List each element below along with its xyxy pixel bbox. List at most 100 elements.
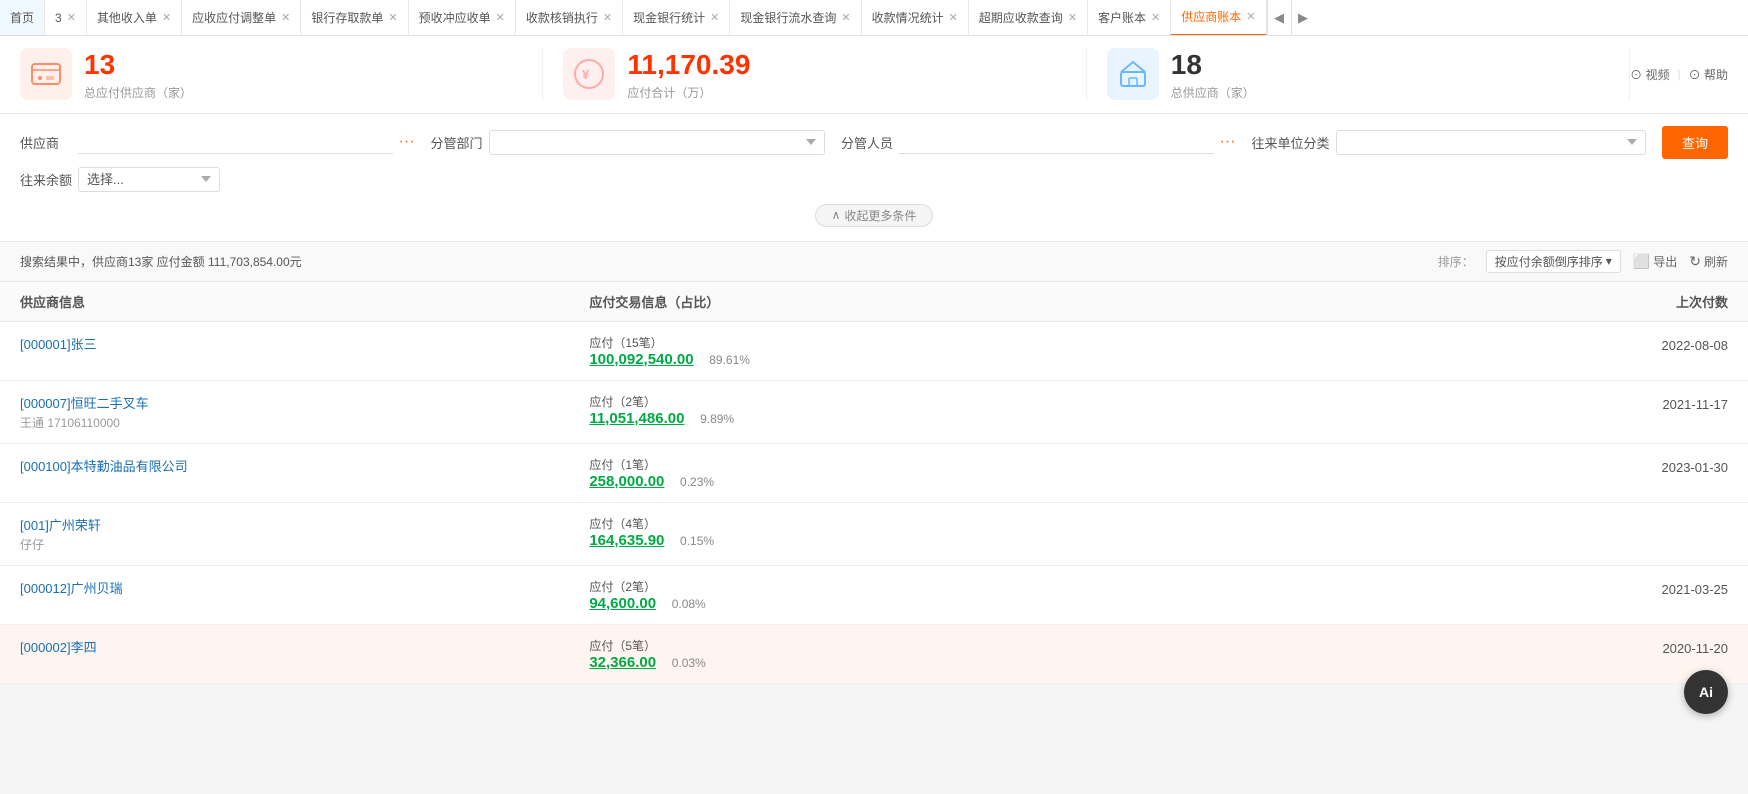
transaction-col: 应付（15笔） 100,092,540.00 89.61% bbox=[589, 334, 1272, 368]
nav-tab-receipt-stat[interactable]: 收款情况统计 ✕ bbox=[862, 0, 969, 36]
transaction-amount[interactable]: 258,000.00 bbox=[589, 473, 664, 490]
nav-tab-other-income[interactable]: 其他收入单 ✕ bbox=[87, 0, 182, 36]
nav-tab-receipt-verify-label: 收款核销执行 bbox=[526, 9, 598, 26]
dept-select[interactable] bbox=[489, 130, 825, 155]
nav-tab-advance-chong-close[interactable]: ✕ bbox=[496, 11, 505, 24]
filter-section: 供应商 ··· 分管部门 分管人员 ··· 往来单位分类 查询 往来余额 选择 bbox=[0, 114, 1748, 242]
person-input[interactable] bbox=[899, 130, 1214, 154]
transaction-pct: 89.61% bbox=[709, 353, 750, 367]
nav-tab-customer-acct-close[interactable]: ✕ bbox=[1151, 11, 1160, 24]
supplier-label: 供应商 bbox=[20, 133, 72, 152]
top-navigation: 首页 3 ✕ 其他收入单 ✕ 应收应付调整单 ✕ 银行存取款单 ✕ 预收冲应收单… bbox=[0, 0, 1748, 36]
nav-tab-home[interactable]: 首页 bbox=[0, 0, 45, 36]
nav-tab-receipt-verify-close[interactable]: ✕ bbox=[603, 11, 612, 24]
transaction-label: 应付（4笔） bbox=[589, 515, 1272, 532]
nav-tab-3-close[interactable]: ✕ bbox=[67, 11, 76, 24]
video-label: 视频 bbox=[1645, 68, 1669, 82]
summary-card-total-suppliers: 18 总供应商（家） bbox=[1087, 48, 1630, 101]
transaction-amount[interactable]: 32,366.00 bbox=[589, 654, 656, 671]
nav-tab-cash-bank-stat-close[interactable]: ✕ bbox=[710, 11, 719, 24]
collapse-button[interactable]: ∧ 收起更多条件 bbox=[815, 204, 934, 227]
supplier-link[interactable]: [000002]李四 bbox=[20, 640, 97, 655]
results-bar: 搜索结果中，供应商13家 应付金额 111,703,854.00元 排序： 按应… bbox=[0, 242, 1748, 282]
nav-tab-cash-bank-flow[interactable]: 现金银行流水查询 ✕ bbox=[730, 0, 861, 36]
transaction-col: 应付（5笔） 32,366.00 0.03% bbox=[589, 637, 1272, 671]
filter-row-2: 往来余额 选择... bbox=[20, 167, 1728, 192]
filter-row-1: 供应商 ··· 分管部门 分管人员 ··· 往来单位分类 查询 bbox=[20, 126, 1728, 159]
nav-next-arrow[interactable]: ▶ bbox=[1291, 0, 1315, 36]
nav-tab-cash-bank-flow-close[interactable]: ✕ bbox=[841, 11, 850, 24]
summary-amount-label: 应付合计（万） bbox=[627, 84, 750, 101]
nav-tab-3-label: 3 bbox=[55, 11, 62, 25]
transaction-label: 应付（5笔） bbox=[589, 637, 1272, 654]
transaction-col: 应付（2笔） 94,600.00 0.08% bbox=[589, 578, 1272, 612]
nav-tab-customer-acct[interactable]: 客户账本 ✕ bbox=[1088, 0, 1171, 36]
summary-total-suppliers-number: 18 bbox=[1171, 48, 1255, 82]
supplier-link[interactable]: [000001]张三 bbox=[20, 337, 97, 352]
help-icon: ⊙ bbox=[1689, 68, 1701, 82]
supplier-info-col: [001]广州荣轩 仔仔 bbox=[20, 515, 589, 553]
nav-tab-overdue-query-close[interactable]: ✕ bbox=[1068, 11, 1077, 24]
supplier-link[interactable]: [000007]恒旺二手叉车 bbox=[20, 396, 149, 411]
help-link[interactable]: ⊙ 帮助 bbox=[1689, 66, 1728, 83]
transaction-amount[interactable]: 100,092,540.00 bbox=[589, 351, 693, 368]
summary-amount-number: 11,170.39 bbox=[627, 48, 750, 82]
nav-tab-receipt-stat-close[interactable]: ✕ bbox=[949, 11, 958, 24]
nav-tab-supplier-acct[interactable]: 供应商账本 ✕ bbox=[1171, 0, 1266, 36]
nav-tab-other-income-close[interactable]: ✕ bbox=[162, 11, 171, 24]
results-summary-text: 搜索结果中，供应商13家 应付金额 111,703,854.00元 bbox=[20, 253, 302, 270]
last-pay-col: 2021-03-25 bbox=[1273, 578, 1728, 597]
top-right-links: ⊙ 视频 | ⊙ 帮助 bbox=[1630, 66, 1728, 83]
nav-tab-cash-bank-stat[interactable]: 现金银行统计 ✕ bbox=[623, 0, 730, 36]
nav-tab-advance-chong[interactable]: 预收冲应收单 ✕ bbox=[409, 0, 516, 36]
nav-tab-receipt-stat-label: 收款情况统计 bbox=[872, 9, 944, 26]
supplier-info-col: [000001]张三 bbox=[20, 334, 589, 353]
nav-tab-ap-adjust[interactable]: 应收应付调整单 ✕ bbox=[182, 0, 301, 36]
transaction-label: 应付（2笔） bbox=[589, 393, 1272, 410]
summary-section: 13 总应付供应商（家） ¥ 11,170.39 应付合计（万） 18 总供应商… bbox=[0, 36, 1748, 114]
category-select[interactable] bbox=[1336, 130, 1646, 155]
nav-tab-receipt-verify[interactable]: 收款核销执行 ✕ bbox=[516, 0, 623, 36]
collapse-bar: ∧ 收起更多条件 bbox=[20, 200, 1728, 229]
transaction-amount[interactable]: 164,635.90 bbox=[589, 532, 664, 549]
export-button[interactable]: ⬜ 导出 bbox=[1633, 253, 1677, 270]
nav-prev-arrow[interactable]: ◀ bbox=[1267, 0, 1291, 36]
person-more-icon[interactable]: ··· bbox=[1220, 133, 1236, 151]
nav-tab-bank-deposit-label: 银行存取款单 bbox=[311, 9, 383, 26]
ai-button[interactable]: Ai bbox=[1684, 670, 1728, 714]
summary-payable-suppliers-text: 13 总应付供应商（家） bbox=[84, 48, 192, 101]
supplier-link[interactable]: [000012]广州贝瑞 bbox=[20, 581, 123, 596]
filter-balance: 往来余额 选择... bbox=[20, 167, 220, 192]
nav-tab-overdue-query-label: 超期应收款查询 bbox=[979, 9, 1063, 26]
supplier-link[interactable]: [001]广州荣轩 bbox=[20, 518, 101, 533]
transaction-pct: 0.08% bbox=[672, 597, 706, 611]
video-link[interactable]: ⊙ 视频 bbox=[1630, 66, 1669, 83]
supplier-name: [000001]张三 bbox=[20, 334, 589, 353]
transaction-label: 应付（1笔） bbox=[589, 456, 1272, 473]
store-icon bbox=[1107, 48, 1159, 100]
person-label: 分管人员 bbox=[841, 133, 893, 152]
refresh-button[interactable]: ↻ 刷新 bbox=[1689, 253, 1728, 270]
refresh-label: 刷新 bbox=[1704, 253, 1728, 270]
supplier-more-icon[interactable]: ··· bbox=[399, 133, 415, 151]
collapse-label: 收起更多条件 bbox=[844, 207, 916, 224]
supplier-name: [001]广州荣轩 bbox=[20, 515, 589, 534]
nav-tab-ap-adjust-close[interactable]: ✕ bbox=[281, 11, 290, 24]
filter-person: 分管人员 ··· bbox=[841, 130, 1236, 154]
nav-tab-overdue-query[interactable]: 超期应收款查询 ✕ bbox=[969, 0, 1088, 36]
nav-tab-bank-deposit[interactable]: 银行存取款单 ✕ bbox=[301, 0, 408, 36]
amount-icon: ¥ bbox=[563, 48, 615, 100]
nav-tab-3[interactable]: 3 ✕ bbox=[45, 0, 87, 36]
balance-select[interactable]: 选择... bbox=[78, 167, 220, 192]
nav-tab-bank-deposit-close[interactable]: ✕ bbox=[388, 11, 397, 24]
summary-card-payable-suppliers: 13 总应付供应商（家） bbox=[20, 48, 543, 101]
supplier-input[interactable] bbox=[78, 130, 393, 154]
sort-select-button[interactable]: 按应付余额倒序排序 ▾ bbox=[1486, 250, 1621, 273]
transaction-amount[interactable]: 11,051,486.00 bbox=[589, 410, 684, 427]
supplier-name: [000100]本特勤油品有限公司 bbox=[20, 456, 589, 475]
query-button[interactable]: 查询 bbox=[1662, 126, 1728, 159]
transaction-amount[interactable]: 94,600.00 bbox=[589, 595, 656, 612]
supplier-link[interactable]: [000100]本特勤油品有限公司 bbox=[20, 459, 188, 474]
nav-tab-supplier-acct-close[interactable]: ✕ bbox=[1246, 10, 1255, 23]
sort-prefix-label: 排序： bbox=[1438, 253, 1474, 270]
